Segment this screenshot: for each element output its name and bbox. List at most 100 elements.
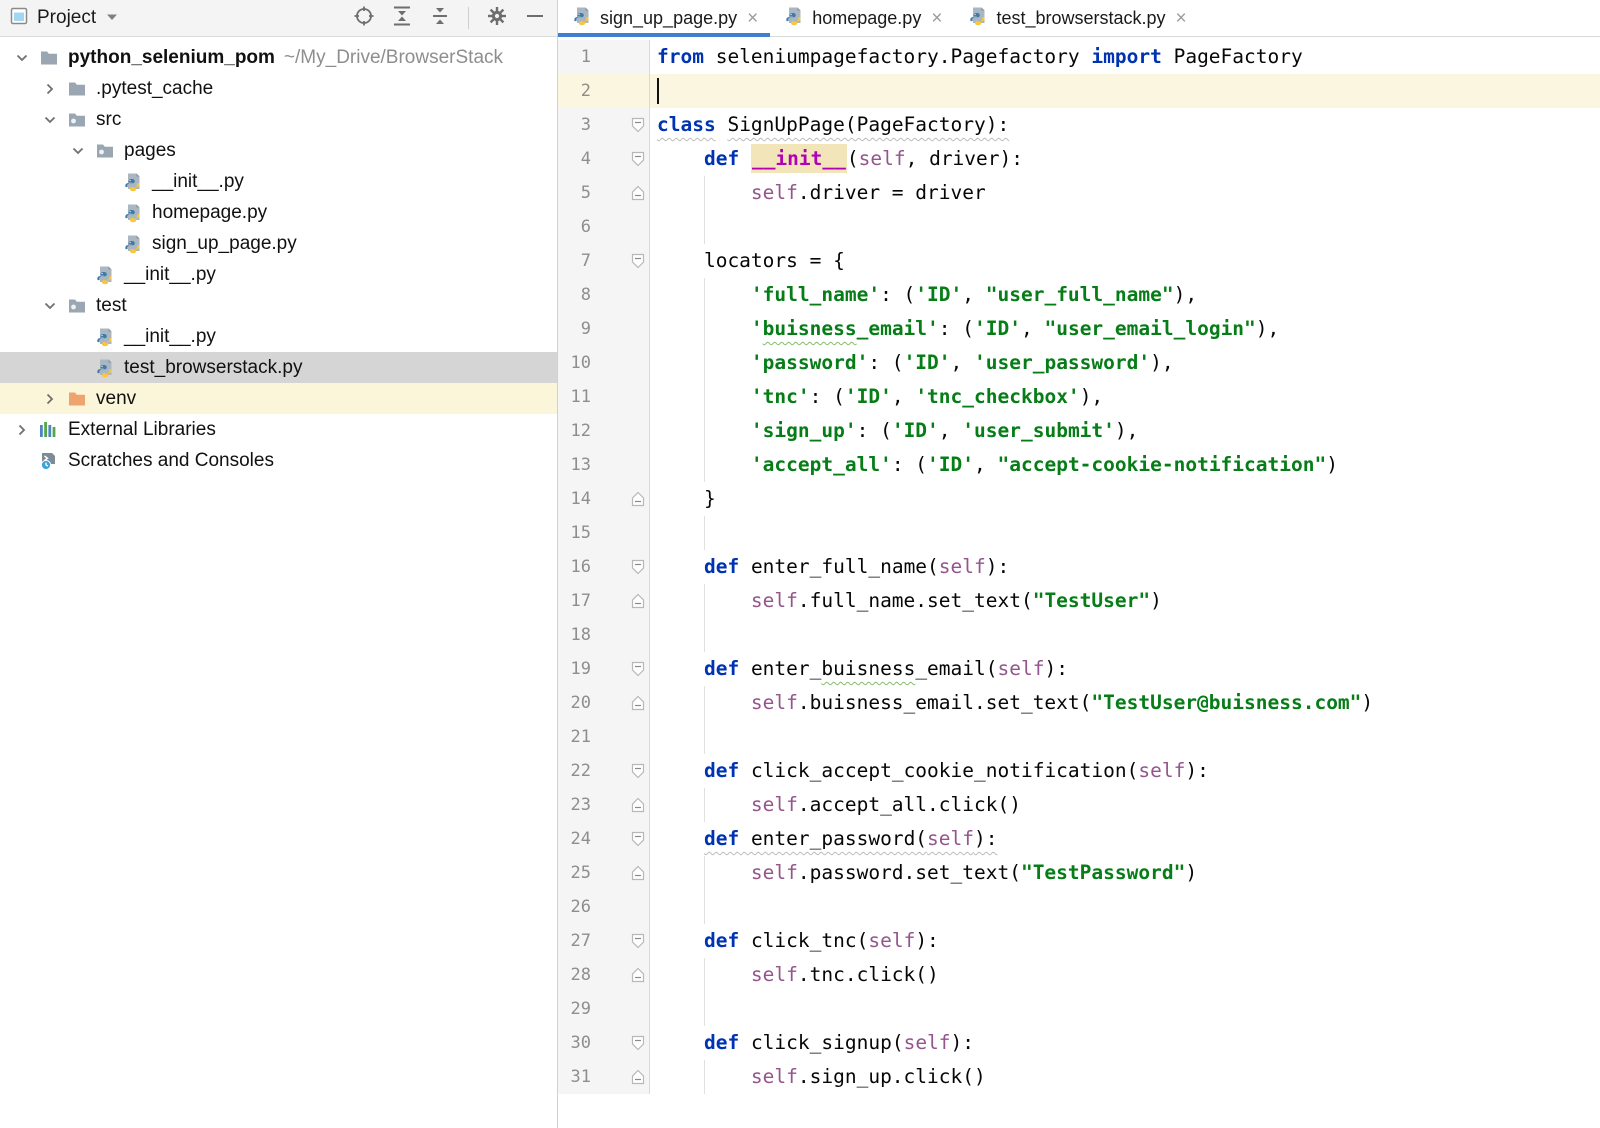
tree-item-python_selenium_pom[interactable]: python_selenium_pom ~/My_Drive/BrowserSta… xyxy=(0,42,557,73)
code-line-16[interactable]: 16 def enter_full_name(self): xyxy=(558,550,1600,584)
code-line-8[interactable]: 8 'full_name': ('ID', "user_full_name"), xyxy=(558,278,1600,312)
code-line-17[interactable]: 17 self.full_name.set_text("TestUser") xyxy=(558,584,1600,618)
code-line-6[interactable]: 6 xyxy=(558,210,1600,244)
fold-marker[interactable] xyxy=(631,797,645,813)
code-line-14[interactable]: 14 } xyxy=(558,482,1600,516)
code-line-24[interactable]: 24 def enter_password(self): xyxy=(558,822,1600,856)
fold-marker[interactable] xyxy=(631,491,645,507)
gear-button[interactable] xyxy=(485,6,509,30)
fold-marker[interactable] xyxy=(631,831,645,847)
tab-sign_up_page.py[interactable]: sign_up_page.py × xyxy=(558,0,771,37)
code-line-4[interactable]: 4 def __init__(self, driver): xyxy=(558,142,1600,176)
code-line-5[interactable]: 5 self.driver = driver xyxy=(558,176,1600,210)
code-line-27[interactable]: 27 def click_tnc(self): xyxy=(558,924,1600,958)
code-line-13[interactable]: 13 'accept_all': ('ID', "accept-cookie-n… xyxy=(558,448,1600,482)
close-icon[interactable]: × xyxy=(745,9,758,28)
code-line-26[interactable]: 26 xyxy=(558,890,1600,924)
fold-marker[interactable] xyxy=(631,865,645,881)
code-text[interactable] xyxy=(650,516,1600,550)
code-text[interactable]: self.driver = driver xyxy=(650,176,1600,210)
code-text[interactable]: self.buisness_email.set_text("TestUser@b… xyxy=(650,686,1600,720)
chevron-down-icon[interactable] xyxy=(105,9,119,27)
fold-marker[interactable] xyxy=(631,695,645,711)
fold-marker[interactable] xyxy=(631,593,645,609)
code-text[interactable]: 'sign_up': ('ID', 'user_submit'), xyxy=(650,414,1600,448)
code-text[interactable]: from seleniumpagefactory.Pagefactory imp… xyxy=(650,40,1600,74)
code-line-11[interactable]: 11 'tnc': ('ID', 'tnc_checkbox'), xyxy=(558,380,1600,414)
code-text[interactable]: class SignUpPage(PageFactory): xyxy=(650,108,1600,142)
fold-marker[interactable] xyxy=(631,559,645,575)
tree-item-test[interactable]: test xyxy=(0,290,557,321)
code-text[interactable]: def enter_password(self): xyxy=(650,822,1600,856)
code-text[interactable]: self.full_name.set_text("TestUser") xyxy=(650,584,1600,618)
close-icon[interactable]: × xyxy=(929,9,942,28)
chevron-down-icon[interactable] xyxy=(36,297,64,315)
code-text[interactable]: def __init__(self, driver): xyxy=(650,142,1600,176)
code-line-21[interactable]: 21 xyxy=(558,720,1600,754)
fold-marker[interactable] xyxy=(631,1069,645,1085)
code-text[interactable]: def click_tnc(self): xyxy=(650,924,1600,958)
code-text[interactable]: self.tnc.click() xyxy=(650,958,1600,992)
chevron-right-icon[interactable] xyxy=(8,421,36,439)
fold-marker[interactable] xyxy=(631,763,645,779)
code-text[interactable] xyxy=(650,992,1600,1026)
chevron-down-icon[interactable] xyxy=(36,111,64,129)
tree-item-venv[interactable]: venv xyxy=(0,383,557,414)
fold-marker[interactable] xyxy=(631,185,645,201)
target-button[interactable] xyxy=(352,6,376,30)
code-text[interactable]: locators = { xyxy=(650,244,1600,278)
code-text[interactable]: self.accept_all.click() xyxy=(650,788,1600,822)
tree-item-.pytest_cache[interactable]: .pytest_cache xyxy=(0,73,557,104)
code-text[interactable]: } xyxy=(650,482,1600,516)
fold-marker[interactable] xyxy=(631,151,645,167)
tree-item-sign_up_page.py[interactable]: sign_up_page.py xyxy=(0,228,557,259)
tree-item-src[interactable]: src xyxy=(0,104,557,135)
project-view-selector[interactable]: Project xyxy=(10,7,119,30)
code-line-22[interactable]: 22 def click_accept_cookie_notification(… xyxy=(558,754,1600,788)
tree-item-test_browserstack.py[interactable]: test_browserstack.py xyxy=(0,352,557,383)
code-text[interactable]: def click_signup(self): xyxy=(650,1026,1600,1060)
chevron-right-icon[interactable] xyxy=(36,390,64,408)
code-line-2[interactable]: 2 xyxy=(558,74,1600,108)
code-line-15[interactable]: 15 xyxy=(558,516,1600,550)
fold-marker[interactable] xyxy=(631,661,645,677)
code-text[interactable]: def click_accept_cookie_notification(sel… xyxy=(650,754,1600,788)
code-text[interactable] xyxy=(650,720,1600,754)
code-text[interactable]: 'password': ('ID', 'user_password'), xyxy=(650,346,1600,380)
code-text[interactable] xyxy=(650,210,1600,244)
code-line-28[interactable]: 28 self.tnc.click() xyxy=(558,958,1600,992)
tree-item-__init__.py[interactable]: __init__.py xyxy=(0,166,557,197)
code-line-18[interactable]: 18 xyxy=(558,618,1600,652)
code-text[interactable]: self.password.set_text("TestPassword") xyxy=(650,856,1600,890)
tree-item-external-libraries[interactable]: External Libraries xyxy=(0,414,557,445)
code-line-10[interactable]: 10 'password': ('ID', 'user_password'), xyxy=(558,346,1600,380)
chevron-down-icon[interactable] xyxy=(8,49,36,67)
code-line-9[interactable]: 9 'buisness_email': ('ID', "user_email_l… xyxy=(558,312,1600,346)
code-line-23[interactable]: 23 self.accept_all.click() xyxy=(558,788,1600,822)
code-line-29[interactable]: 29 xyxy=(558,992,1600,1026)
tree-item-scratches-and-consoles[interactable]: Scratches and Consoles xyxy=(0,445,557,476)
tab-test_browserstack.py[interactable]: test_browserstack.py × xyxy=(954,0,1198,36)
fold-marker[interactable] xyxy=(631,253,645,269)
code-line-12[interactable]: 12 'sign_up': ('ID', 'user_submit'), xyxy=(558,414,1600,448)
code-line-30[interactable]: 30 def click_signup(self): xyxy=(558,1026,1600,1060)
code-text[interactable] xyxy=(650,74,1600,108)
code-text[interactable]: self.sign_up.click() xyxy=(650,1060,1600,1094)
fold-marker[interactable] xyxy=(631,117,645,133)
tree-item-pages[interactable]: pages xyxy=(0,135,557,166)
code-text[interactable]: def enter_full_name(self): xyxy=(650,550,1600,584)
code-text[interactable] xyxy=(650,890,1600,924)
expand-all-button[interactable] xyxy=(390,6,414,30)
tree-item-homepage.py[interactable]: homepage.py xyxy=(0,197,557,228)
chevron-down-icon[interactable] xyxy=(64,142,92,160)
code-line-3[interactable]: 3 class SignUpPage(PageFactory): xyxy=(558,108,1600,142)
minus-button[interactable] xyxy=(523,6,547,30)
close-icon[interactable]: × xyxy=(1174,9,1187,28)
code-text[interactable]: 'buisness_email': ('ID', "user_email_log… xyxy=(650,312,1600,346)
code-text[interactable]: 'accept_all': ('ID', "accept-cookie-noti… xyxy=(650,448,1600,482)
fold-marker[interactable] xyxy=(631,1035,645,1051)
code-line-31[interactable]: 31 self.sign_up.click() xyxy=(558,1060,1600,1094)
fold-marker[interactable] xyxy=(631,933,645,949)
collapse-all-button[interactable] xyxy=(428,6,452,30)
code-line-19[interactable]: 19 def enter_buisness_email(self): xyxy=(558,652,1600,686)
